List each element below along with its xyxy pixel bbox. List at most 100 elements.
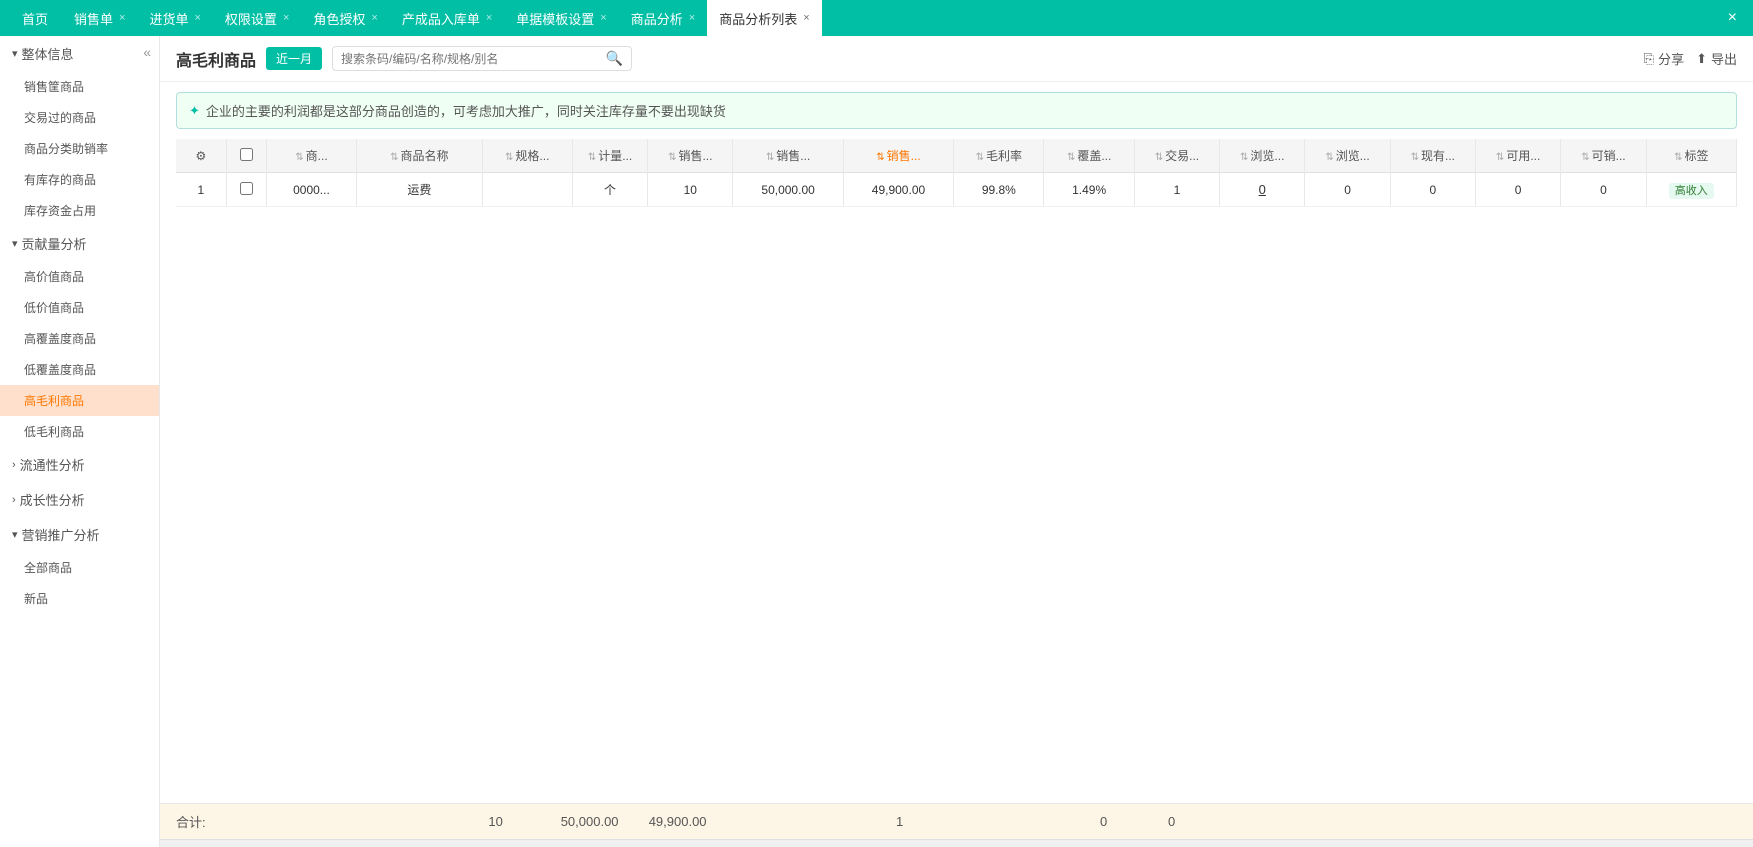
tag-badge: 高收入	[1669, 183, 1714, 199]
share-button[interactable]: ⎘ 分享	[1644, 49, 1684, 68]
sidebar-collapse-button[interactable]: «	[143, 44, 151, 60]
group-growth-arrow: ›	[12, 494, 16, 506]
sidebar-item-low-value[interactable]: 低价值商品	[0, 292, 159, 323]
nav-template-settings[interactable]: 单据模板设置 ×	[504, 0, 618, 36]
sidebar-item-new-goods[interactable]: 新品	[0, 583, 159, 614]
period-button[interactable]: 近一月	[266, 47, 322, 70]
col-checkbox[interactable]	[226, 139, 266, 173]
page-title: 高毛利商品	[176, 47, 256, 71]
cell-sales-cost: 49,900.00	[843, 173, 953, 207]
cell-unit: 个	[572, 173, 647, 207]
nav-product-analysis-list[interactable]: 商品分析列表 ×	[707, 0, 821, 36]
nav-product-analysis[interactable]: 商品分析 ×	[619, 0, 707, 36]
table-area: ⚙ ⇅商... ⇅商品名称 ⇅规格... ⇅计量... ⇅销售... ⇅销售..…	[160, 139, 1753, 803]
row-checkbox[interactable]	[240, 182, 253, 195]
sidebar-item-low-coverage[interactable]: 低覆盖度商品	[0, 354, 159, 385]
sidebar-item-all-goods[interactable]: 全部商品	[0, 552, 159, 583]
cell-spec	[482, 173, 572, 207]
tip-icon: ✦	[189, 103, 200, 119]
export-icon: ⬆	[1696, 51, 1707, 67]
footer-current-stock: 0	[1070, 814, 1138, 829]
col-gross-margin[interactable]: ⇅毛利率	[954, 139, 1044, 173]
total-label: 合计:	[176, 812, 206, 831]
col-sales-cost[interactable]: ⇅销售...	[843, 139, 953, 173]
cell-coverage: 1.49%	[1044, 173, 1134, 207]
select-all-checkbox[interactable]	[240, 148, 253, 161]
share-icon: ⎘	[1644, 51, 1654, 67]
sidebar-item-high-coverage[interactable]: 高覆盖度商品	[0, 323, 159, 354]
nav-product-inbound[interactable]: 产成品入库单 ×	[390, 0, 504, 36]
sidebar-group-overall[interactable]: ▾ 整体信息	[0, 36, 159, 71]
close-purchase-order[interactable]: ×	[194, 12, 200, 24]
content-header: 高毛利商品 近一月 🔍 ⎘ 分享 ⬆ 导出	[160, 36, 1753, 82]
sidebar-group-contribution[interactable]: ▾ 贡献量分析	[0, 226, 159, 261]
cell-gross-margin: 99.8%	[954, 173, 1044, 207]
cell-sales-qty: 10	[648, 173, 733, 207]
cell-checkbox[interactable]	[226, 173, 266, 207]
sidebar-item-sales-basket[interactable]: 销售筐商品	[0, 71, 159, 102]
col-available[interactable]: ⇅可用...	[1475, 139, 1560, 173]
col-views2[interactable]: ⇅浏览...	[1305, 139, 1390, 173]
close-sales-order[interactable]: ×	[119, 12, 125, 24]
sidebar-item-traded-goods[interactable]: 交易过的商品	[0, 102, 159, 133]
cell-views1[interactable]: 0	[1220, 173, 1305, 207]
top-nav: 首页 销售单 × 进货单 × 权限设置 × 角色授权 × 产成品入库单 × 单据…	[0, 0, 1753, 36]
close-role-auth[interactable]: ×	[371, 12, 377, 24]
col-tag[interactable]: ⇅标签	[1646, 139, 1736, 173]
window-close-button[interactable]: ×	[1720, 9, 1745, 27]
col-code[interactable]: ⇅商...	[266, 139, 356, 173]
sidebar-item-high-margin[interactable]: 高毛利商品	[0, 385, 159, 416]
cell-views2: 0	[1305, 173, 1390, 207]
col-current-stock[interactable]: ⇅现有...	[1390, 139, 1475, 173]
close-product-inbound[interactable]: ×	[486, 12, 492, 24]
footer-available: 0	[1138, 814, 1206, 829]
col-sales-amount[interactable]: ⇅销售...	[733, 139, 843, 173]
sidebar: « ▾ 整体信息 销售筐商品 交易过的商品 商品分类助销率 有库存的商品 库存资…	[0, 36, 160, 847]
cell-sellable: 0	[1561, 173, 1646, 207]
col-unit[interactable]: ⇅计量...	[572, 139, 647, 173]
search-input[interactable]	[341, 52, 606, 66]
header-actions: ⎘ 分享 ⬆ 导出	[1644, 49, 1737, 68]
col-transactions[interactable]: ⇅交易...	[1134, 139, 1219, 173]
col-name[interactable]: ⇅商品名称	[357, 139, 482, 173]
sidebar-item-low-margin[interactable]: 低毛利商品	[0, 416, 159, 447]
close-permission-settings[interactable]: ×	[283, 12, 289, 24]
close-product-analysis-list[interactable]: ×	[803, 12, 809, 24]
cell-transactions: 1	[1134, 173, 1219, 207]
close-template-settings[interactable]: ×	[600, 12, 606, 24]
cell-available: 0	[1475, 173, 1560, 207]
sidebar-item-in-stock-goods[interactable]: 有库存的商品	[0, 164, 159, 195]
sidebar-group-growth[interactable]: › 成长性分析	[0, 482, 159, 517]
col-sales-qty[interactable]: ⇅销售...	[648, 139, 733, 173]
sidebar-item-high-value[interactable]: 高价值商品	[0, 261, 159, 292]
nav-home[interactable]: 首页	[8, 0, 62, 36]
search-box: 🔍	[332, 46, 632, 71]
main-area: « ▾ 整体信息 销售筐商品 交易过的商品 商品分类助销率 有库存的商品 库存资…	[0, 36, 1753, 847]
col-coverage[interactable]: ⇅覆盖...	[1044, 139, 1134, 173]
col-spec[interactable]: ⇅规格...	[482, 139, 572, 173]
sidebar-group-marketing[interactable]: ▾ 营销推广分析	[0, 517, 159, 552]
table-row: 1 0000... 运费 个 10 50,000.00 49,900.00 99…	[176, 173, 1737, 207]
col-views1[interactable]: ⇅浏览...	[1220, 139, 1305, 173]
footer-spacer1	[722, 814, 866, 829]
search-icon[interactable]: 🔍	[606, 50, 623, 67]
cell-sales-amount: 50,000.00	[733, 173, 843, 207]
col-sellable[interactable]: ⇅可销...	[1561, 139, 1646, 173]
cell-current-stock: 0	[1390, 173, 1475, 207]
cell-name: 运费	[357, 173, 482, 207]
nav-permission-settings[interactable]: 权限设置 ×	[213, 0, 301, 36]
footer-spacer2	[934, 814, 1070, 829]
nav-sales-order[interactable]: 销售单 ×	[62, 0, 137, 36]
export-button[interactable]: ⬆ 导出	[1696, 49, 1737, 68]
nav-role-auth[interactable]: 角色授权 ×	[301, 0, 389, 36]
nav-purchase-order[interactable]: 进货单 ×	[137, 0, 212, 36]
sidebar-group-liquidity[interactable]: › 流通性分析	[0, 447, 159, 482]
close-product-analysis[interactable]: ×	[689, 12, 695, 24]
info-banner: ✦ 企业的主要的利润都是这部分商品创造的，可考虑加大推广，同时关注库存量不要出现…	[176, 92, 1737, 129]
sidebar-item-category-sales-rate[interactable]: 商品分类助销率	[0, 133, 159, 164]
col-settings[interactable]: ⚙	[176, 139, 226, 173]
sidebar-item-stock-capital[interactable]: 库存资金占用	[0, 195, 159, 226]
horizontal-scrollbar[interactable]	[160, 839, 1753, 847]
group-contribution-arrow: ▾	[12, 237, 18, 250]
cell-rownum: 1	[176, 173, 226, 207]
